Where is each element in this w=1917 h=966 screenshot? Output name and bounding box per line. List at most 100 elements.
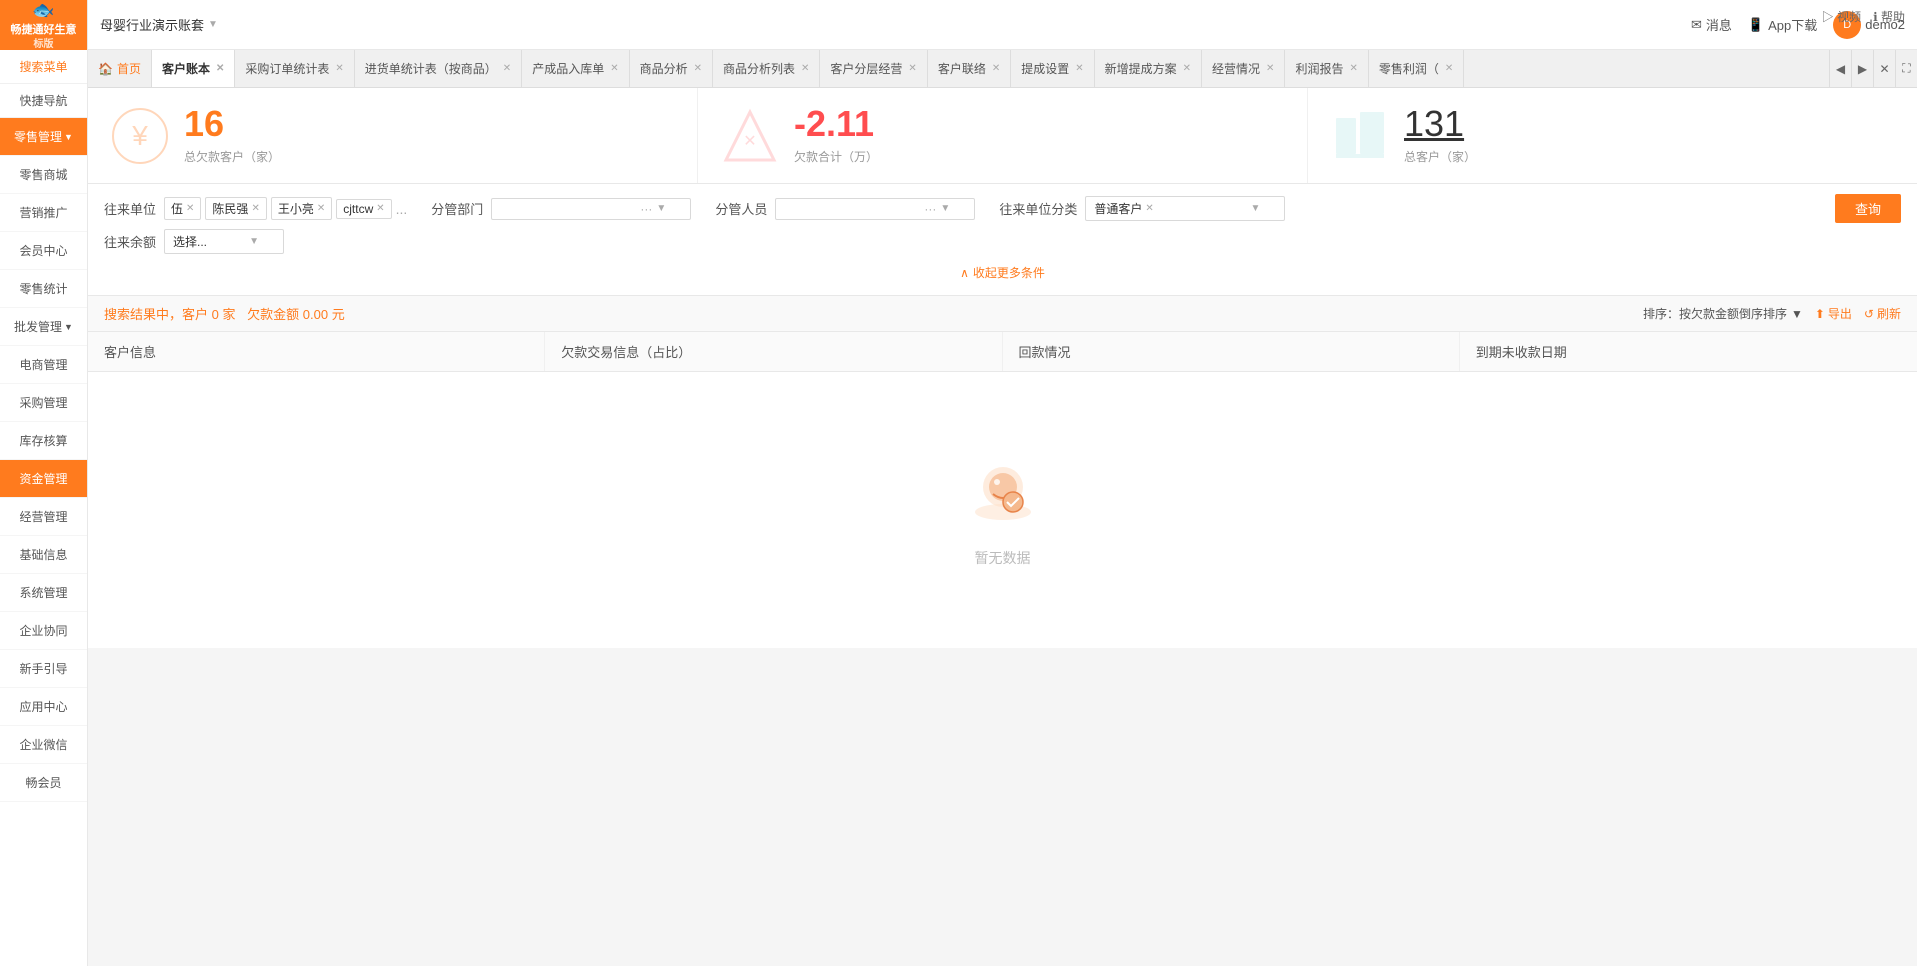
sidebar-item-marketing[interactable]: 营销推广 bbox=[0, 194, 87, 232]
tab-production-inbound[interactable]: 产成品入库单 ✕ bbox=[522, 50, 629, 88]
more-tags-btn[interactable]: ... bbox=[396, 201, 408, 217]
remove-unit-type-tag-icon[interactable]: ✕ bbox=[1145, 203, 1153, 214]
sidebar-item-retail-stats[interactable]: 零售统计 bbox=[0, 270, 87, 308]
tab-customer-segment[interactable]: 客户分层经营 ✕ bbox=[820, 50, 927, 88]
content-area: ▷ 视频 ℹ 帮助 ¥ 16 总欠款客户（家） bbox=[88, 88, 1917, 966]
sidebar-item-retail-mall[interactable]: 零售商城 bbox=[0, 156, 87, 194]
stat-label-total: 总客户（家） bbox=[1404, 148, 1476, 165]
sidebar-item-newbie[interactable]: 新手引导 bbox=[0, 650, 87, 688]
tab-expand-btn[interactable]: ⛶ bbox=[1895, 50, 1917, 88]
app-download-button[interactable]: 📱 App下载 bbox=[1748, 15, 1817, 34]
stat-label-customers: 总欠款客户（家） bbox=[184, 148, 280, 165]
unit-tag-3[interactable]: cjttcw ✕ bbox=[336, 199, 391, 219]
sidebar-item-member[interactable]: 会员中心 bbox=[0, 232, 87, 270]
tab-close-icon[interactable]: ✕ bbox=[1075, 63, 1083, 74]
export-button[interactable]: ⬆ 导出 bbox=[1815, 305, 1852, 322]
sidebar-item-wechat[interactable]: 企业微信 bbox=[0, 726, 87, 764]
message-button[interactable]: ✉ 消息 bbox=[1691, 15, 1732, 34]
tab-profit-report[interactable]: 利润报告 ✕ bbox=[1285, 50, 1368, 88]
remove-tag-icon[interactable]: ✕ bbox=[251, 203, 259, 214]
sidebar-item-member2[interactable]: 畅会员 bbox=[0, 764, 87, 802]
query-button[interactable]: 查询 bbox=[1835, 194, 1901, 223]
tab-scroll-right-btn[interactable]: ▶ bbox=[1851, 50, 1873, 88]
tab-scroll-left-btn[interactable]: ◀ bbox=[1829, 50, 1851, 88]
tab-close-icon[interactable]: ✕ bbox=[1445, 63, 1453, 74]
unit-type-select[interactable]: 普通客户 ✕ ▼ bbox=[1085, 196, 1285, 221]
unit-tag-1[interactable]: 陈民强 ✕ bbox=[205, 197, 266, 220]
export-icon: ⬆ bbox=[1815, 307, 1825, 321]
unit-filter-label: 往来单位 bbox=[104, 199, 156, 218]
tab-close-icon[interactable]: ✕ bbox=[610, 63, 618, 74]
tab-close-icon[interactable]: ✕ bbox=[694, 63, 702, 74]
tab-close-icon[interactable]: ✕ bbox=[908, 63, 916, 74]
filter-row-2: 往来余额 选择... ▼ bbox=[104, 229, 1901, 254]
tab-product-analysis[interactable]: 商品分析 ✕ bbox=[630, 50, 713, 88]
sidebar-item-purchase[interactable]: 采购管理 bbox=[0, 384, 87, 422]
refresh-icon: ↺ bbox=[1864, 307, 1874, 321]
table: 客户信息 欠款交易信息（占比） 回款情况 到期未收款日期 bbox=[88, 332, 1917, 648]
tab-close-icon[interactable]: ✕ bbox=[992, 63, 1000, 74]
sidebar-item-ecommerce[interactable]: 电商管理 bbox=[0, 346, 87, 384]
remove-tag-icon[interactable]: ✕ bbox=[186, 203, 194, 214]
remove-tag-icon[interactable]: ✕ bbox=[317, 203, 325, 214]
balance-filter-label: 往来余额 bbox=[104, 232, 156, 251]
person-dropdown-icon: ▼ bbox=[940, 203, 950, 214]
sidebar-item-system[interactable]: 系统管理 bbox=[0, 574, 87, 612]
tab-commission-setting[interactable]: 提成设置 ✕ bbox=[1011, 50, 1094, 88]
tab-inbound-stats[interactable]: 进货单统计表（按商品） ✕ bbox=[355, 50, 522, 88]
unit-type-label: 往来单位分类 bbox=[999, 199, 1077, 218]
sort-label: 排序：按欠款金额倒序排序 bbox=[1643, 305, 1787, 322]
stat-value-balance: -2.11 bbox=[794, 106, 878, 142]
tab-close-icon[interactable]: ✕ bbox=[801, 63, 809, 74]
tab-close-all-btn[interactable]: ✕ bbox=[1873, 50, 1895, 88]
filter-row-1: 往来单位 伍 ✕ 陈民强 ✕ 王小亮 ✕ cjttcw bbox=[104, 194, 1901, 223]
tab-customer-contact[interactable]: 客户联络 ✕ bbox=[928, 50, 1011, 88]
svg-text:✕: ✕ bbox=[743, 133, 756, 150]
main-area: 母婴行业演示账套 ▼ ✉ 消息 📱 App下载 D demo2 🏠 首页 bbox=[88, 0, 1917, 966]
tab-customer-ledger[interactable]: 客户账本 ✕ bbox=[152, 50, 235, 88]
tab-new-commission[interactable]: 新增提成方案 ✕ bbox=[1095, 50, 1202, 88]
balance-select[interactable]: 选择... ▼ bbox=[164, 229, 284, 254]
tab-operations[interactable]: 经营情况 ✕ bbox=[1202, 50, 1285, 88]
tab-purchase-order-stats[interactable]: 采购订单统计表 ✕ bbox=[235, 50, 354, 88]
sidebar-item-finance[interactable]: 资金管理 bbox=[0, 460, 87, 498]
person-select[interactable]: ··· ▼ bbox=[775, 198, 975, 220]
sidebar-item-wholesale[interactable]: 批发管理 ▼ bbox=[0, 308, 87, 346]
tab-close-icon[interactable]: ✕ bbox=[216, 63, 224, 74]
tab-close-icon[interactable]: ✕ bbox=[1183, 63, 1191, 74]
sidebar: 🐟 畅捷通好生意 标版 搜索菜单 快捷导航 零售管理 ▼ 零售商城 营销推广 会… bbox=[0, 0, 88, 966]
remove-tag-icon[interactable]: ✕ bbox=[376, 203, 384, 214]
stat-card-total: 131 总客户（家） bbox=[1308, 88, 1917, 183]
tab-close-icon[interactable]: ✕ bbox=[1266, 63, 1274, 74]
empty-state: 暂无数据 bbox=[88, 372, 1917, 648]
tab-close-icon[interactable]: ✕ bbox=[335, 63, 343, 74]
sidebar-item-inventory[interactable]: 库存核算 bbox=[0, 422, 87, 460]
sidebar-item-app-center[interactable]: 应用中心 bbox=[0, 688, 87, 726]
tab-home[interactable]: 🏠 首页 bbox=[88, 50, 152, 88]
table-col-debt: 欠款交易信息（占比） bbox=[545, 332, 1002, 371]
unit-tag-0[interactable]: 伍 ✕ bbox=[164, 197, 201, 220]
balance-dropdown-icon: ▼ bbox=[249, 236, 259, 247]
org-selector[interactable]: 母婴行业演示账套 ▼ bbox=[100, 15, 218, 34]
dept-extra-icon: ··· bbox=[640, 202, 652, 216]
dept-select[interactable]: ··· ▼ bbox=[491, 198, 691, 220]
sidebar-item-operations[interactable]: 经营管理 bbox=[0, 498, 87, 536]
unit-tag-2[interactable]: 王小亮 ✕ bbox=[271, 197, 332, 220]
filter-area: 往来单位 伍 ✕ 陈民强 ✕ 王小亮 ✕ cjttcw bbox=[88, 184, 1917, 296]
sidebar-item-quicknav[interactable]: 快捷导航 bbox=[0, 84, 87, 118]
tab-retail-profit[interactable]: 零售利润（ ✕ bbox=[1369, 50, 1464, 88]
sidebar-item-basic-info[interactable]: 基础信息 bbox=[0, 536, 87, 574]
collapse-button[interactable]: ∧ 收起更多条件 bbox=[104, 260, 1901, 285]
sort-selector[interactable]: 排序：按欠款金额倒序排序 ▼ bbox=[1643, 305, 1803, 322]
tab-scroll-buttons: ◀ ▶ ✕ ⛶ bbox=[1829, 50, 1917, 88]
refresh-button[interactable]: ↺ 刷新 bbox=[1864, 305, 1901, 322]
tab-close-icon[interactable]: ✕ bbox=[1349, 63, 1357, 74]
sidebar-item-search[interactable]: 搜索菜单 bbox=[0, 50, 87, 84]
result-bar: 搜索结果中，客户 0 家 欠款金额 0.00 元 排序：按欠款金额倒序排序 ▼ … bbox=[88, 296, 1917, 332]
table-col-customer: 客户信息 bbox=[88, 332, 545, 371]
sidebar-item-enterprise[interactable]: 企业协同 bbox=[0, 612, 87, 650]
sidebar-item-retail[interactable]: 零售管理 ▼ bbox=[0, 118, 87, 156]
tab-product-analysis-list[interactable]: 商品分析列表 ✕ bbox=[713, 50, 820, 88]
tab-close-icon[interactable]: ✕ bbox=[503, 63, 511, 74]
sort-icon: ▼ bbox=[1791, 307, 1803, 321]
